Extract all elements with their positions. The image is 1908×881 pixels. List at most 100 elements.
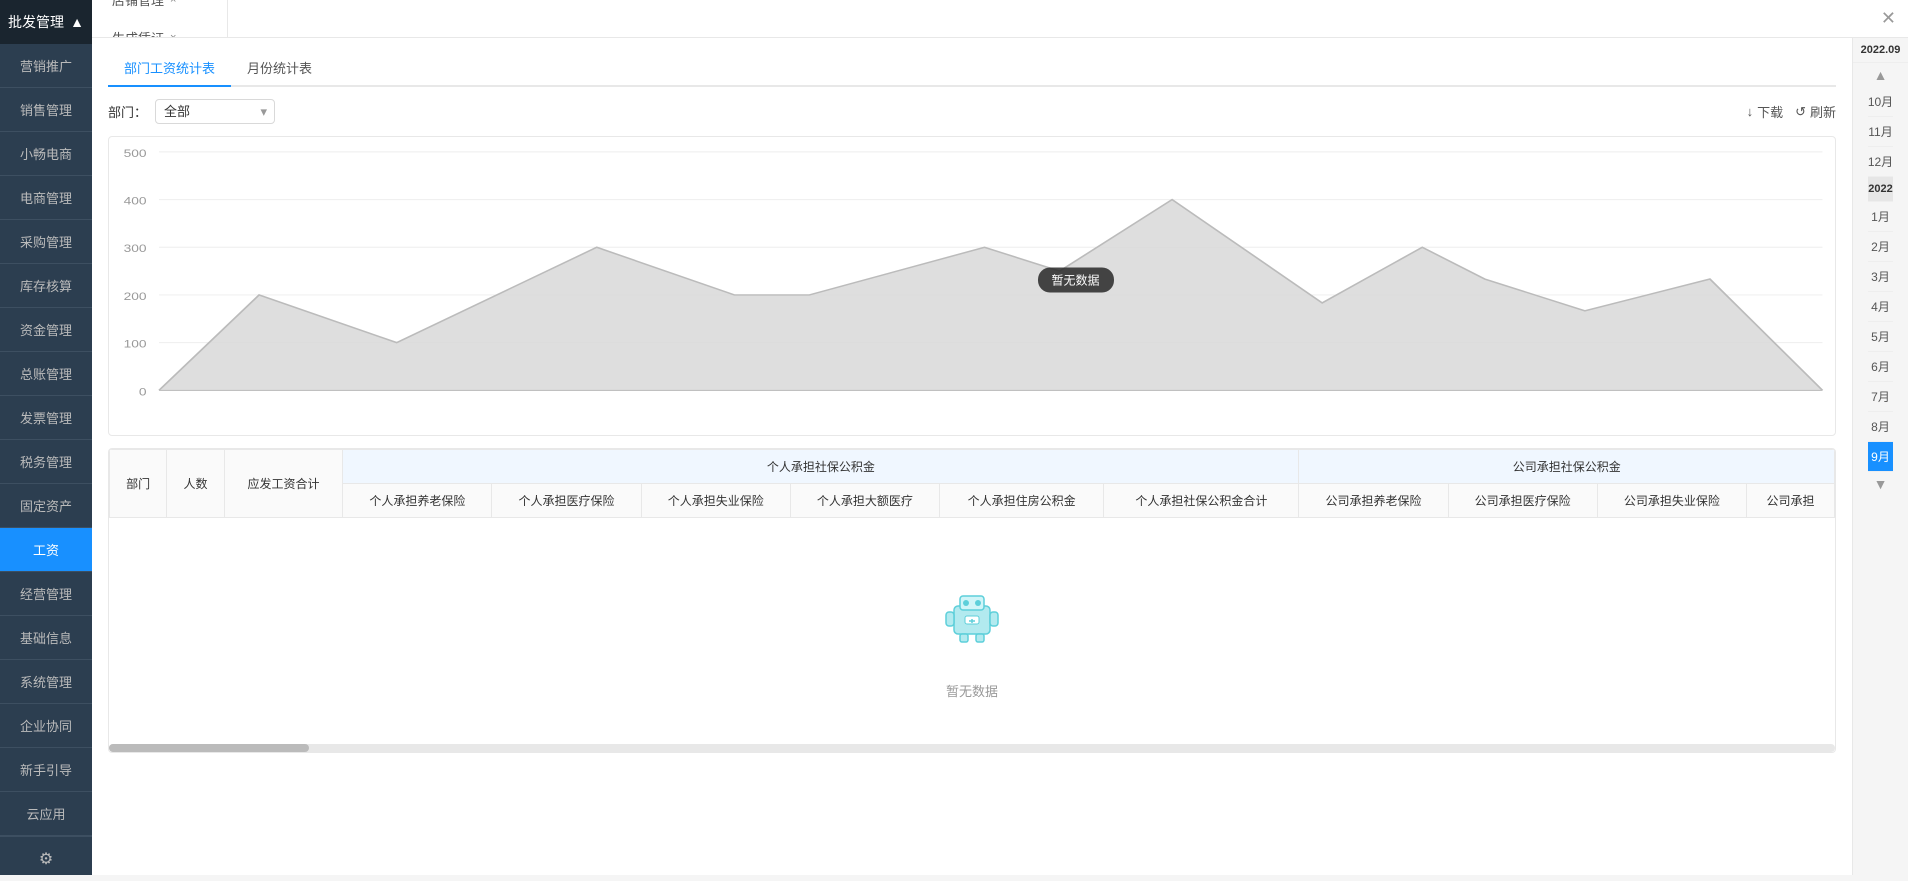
sub-tab-部门工资统计表[interactable]: 部门工资统计表 [108,50,231,87]
svg-text:0: 0 [139,386,147,398]
sidebar-item-发票管理[interactable]: 发票管理 [0,396,92,440]
tab-bar: 首页门店商品目录×销售单×店铺管理×生成凭证×应收应付调整单×工资表×工资统计报… [92,0,1908,38]
chart-tooltip: 暂无数据 [1038,268,1114,293]
tab-生成凭证[interactable]: 生成凭证× [100,19,228,39]
date-panel-item-2月[interactable]: 2月 [1868,232,1893,262]
refresh-icon: ↺ [1795,104,1806,120]
sidebar-items-container: 营销推广销售管理小畅电商电商管理采购管理库存核算资金管理总账管理发票管理税务管理… [0,44,92,836]
sidebar-item-销售管理[interactable]: 销售管理 [0,88,92,132]
col-company-other: 公司承担 [1746,484,1834,518]
date-panel-item-12月[interactable]: 12月 [1868,147,1893,177]
date-panel-nav-down[interactable]: ▼ [1853,472,1908,496]
date-panel-item-6月[interactable]: 6月 [1868,352,1893,382]
date-panel-item-7月[interactable]: 7月 [1868,382,1893,412]
col-personal-unemployment: 个人承担失业保险 [641,484,790,518]
sidebar-footer: ⚙ [0,836,92,881]
sidebar-item-企业协同[interactable]: 企业协同 [0,704,92,748]
date-panel-item-3月[interactable]: 3月 [1868,262,1893,292]
col-personal-medical: 个人承担医疗保险 [492,484,641,518]
col-personal-pension: 个人承担养老保险 [343,484,492,518]
sidebar-item-工资[interactable]: 工资 [0,528,92,572]
sidebar-item-采购管理[interactable]: 采购管理 [0,220,92,264]
sidebar-item-系统管理[interactable]: 系统管理 [0,660,92,704]
toolbar-left: 部门： 全部 [108,99,275,124]
download-icon: ↓ [1747,104,1754,119]
col-company-medical: 公司承担医疗保险 [1448,484,1597,518]
chart-area: 500 400 300 200 100 0 [108,136,1836,436]
col-group-company: 公司承担社保公积金 [1299,450,1835,484]
close-all-button[interactable]: ✕ [1877,8,1900,29]
sidebar-item-经营管理[interactable]: 经营管理 [0,572,92,616]
sidebar: 批发管理 ▲ 营销推广销售管理小畅电商电商管理采购管理库存核算资金管理总账管理发… [0,0,92,875]
svg-text:200: 200 [124,290,147,302]
dept-select[interactable]: 全部 [155,99,275,124]
h-scrollbar-thumb[interactable] [109,744,309,752]
date-panel-year-label: 2022.09 [1853,38,1908,63]
empty-robot-icon [936,578,1008,650]
sidebar-item-固定资产[interactable]: 固定资产 [0,484,92,528]
date-panel-nav-up[interactable]: ▲ [1853,63,1908,87]
tab-bar-end: ✕ [1877,8,1900,29]
stats-table: 部门 人数 应发工资合计 个人承担社保公积金 公司承担社保公积金 个人承担养老保… [109,449,1835,518]
svg-text:300: 300 [124,243,147,255]
sidebar-item-总账管理[interactable]: 总账管理 [0,352,92,396]
date-panel-items: 10月11月12月20221月2月3月4月5月6月7月8月9月 [1868,87,1893,472]
sidebar-item-小畅电商[interactable]: 小畅电商 [0,132,92,176]
sidebar-item-基础信息[interactable]: 基础信息 [0,616,92,660]
sidebar-header-label: 批发管理 [8,12,64,32]
chart-svg: 500 400 300 200 100 0 [109,137,1835,435]
refresh-button[interactable]: ↺ 刷新 [1795,102,1836,121]
empty-text: 暂无数据 [946,681,998,700]
date-panel-item-4月[interactable]: 4月 [1868,292,1893,322]
sidebar-item-电商管理[interactable]: 电商管理 [0,176,92,220]
col-headcount: 人数 [167,450,224,518]
sub-tab-月份统计表[interactable]: 月份统计表 [231,50,328,87]
tab-items-container: 首页门店商品目录×销售单×店铺管理×生成凭证×应收应付调整单×工资表×工资统计报… [100,0,228,38]
col-dept: 部门 [110,450,167,518]
sidebar-item-库存核算[interactable]: 库存核算 [0,264,92,308]
date-panel-item-10月[interactable]: 10月 [1868,87,1893,117]
toolbar-right: ↓ 下载 ↺ 刷新 [1747,102,1836,121]
sidebar-item-税务管理[interactable]: 税务管理 [0,440,92,484]
page-content: 部门工资统计表月份统计表 部门： 全部 ↓ 下载 [92,38,1852,875]
date-panel-item-2022[interactable]: 2022 [1868,177,1893,202]
svg-text:500: 500 [124,147,147,159]
date-panel-item-8月[interactable]: 8月 [1868,412,1893,442]
col-company-unemployment: 公司承担失业保险 [1597,484,1746,518]
content-area: 部门工资统计表月份统计表 部门： 全部 ↓ 下载 [92,38,1908,875]
dept-label: 部门： [108,102,147,121]
col-total-salary: 应发工资合计 [224,450,343,518]
gear-icon[interactable]: ⚙ [39,851,53,868]
main-area: 首页门店商品目录×销售单×店铺管理×生成凭证×应收应付调整单×工资表×工资统计报… [92,0,1908,875]
date-panel-item-11月[interactable]: 11月 [1868,117,1893,147]
tab-店铺管理[interactable]: 店铺管理× [100,0,228,19]
col-group-personal: 个人承担社保公积金 [343,450,1299,484]
table-header-row-1: 部门 人数 应发工资合计 个人承担社保公积金 公司承担社保公积金 [110,450,1835,484]
sidebar-item-云应用[interactable]: 云应用 [0,792,92,836]
sidebar-toggle-icon: ▲ [70,14,84,30]
robot-container [936,578,1008,653]
dept-select-wrapper: 全部 [155,99,275,124]
toolbar: 部门： 全部 ↓ 下载 ↺ 刷新 [108,99,1836,124]
date-panel-item-9月[interactable]: 9月 [1868,442,1893,472]
date-panel-item-5月[interactable]: 5月 [1868,322,1893,352]
col-company-pension: 公司承担养老保险 [1299,484,1448,518]
table-container: 部门 人数 应发工资合计 个人承担社保公积金 公司承担社保公积金 个人承担养老保… [108,448,1836,753]
date-panel-item-1月[interactable]: 1月 [1868,202,1893,232]
sidebar-item-资金管理[interactable]: 资金管理 [0,308,92,352]
h-scrollbar[interactable] [109,744,1835,752]
sidebar-item-新手引导[interactable]: 新手引导 [0,748,92,792]
svg-text:400: 400 [124,195,147,207]
date-panel: 2022.09 ▲ 10月11月12月20221月2月3月4月5月6月7月8月9… [1852,38,1908,875]
col-personal-total: 个人承担社保公积金合计 [1104,484,1299,518]
table-header-row-2: 个人承担养老保险 个人承担医疗保险 个人承担失业保险 个人承担大额医疗 个人承担… [110,484,1835,518]
sidebar-header[interactable]: 批发管理 ▲ [0,0,92,44]
download-button[interactable]: ↓ 下载 [1747,102,1784,121]
empty-state: 暂无数据 [109,518,1835,740]
sub-tabs: 部门工资统计表月份统计表 [108,50,1836,87]
svg-text:100: 100 [124,338,147,350]
sidebar-item-营销推广[interactable]: 营销推广 [0,44,92,88]
col-personal-major-medical: 个人承担大额医疗 [790,484,939,518]
col-personal-housing-fund: 个人承担住房公积金 [939,484,1103,518]
tab-close-店铺管理[interactable]: × [170,0,176,6]
